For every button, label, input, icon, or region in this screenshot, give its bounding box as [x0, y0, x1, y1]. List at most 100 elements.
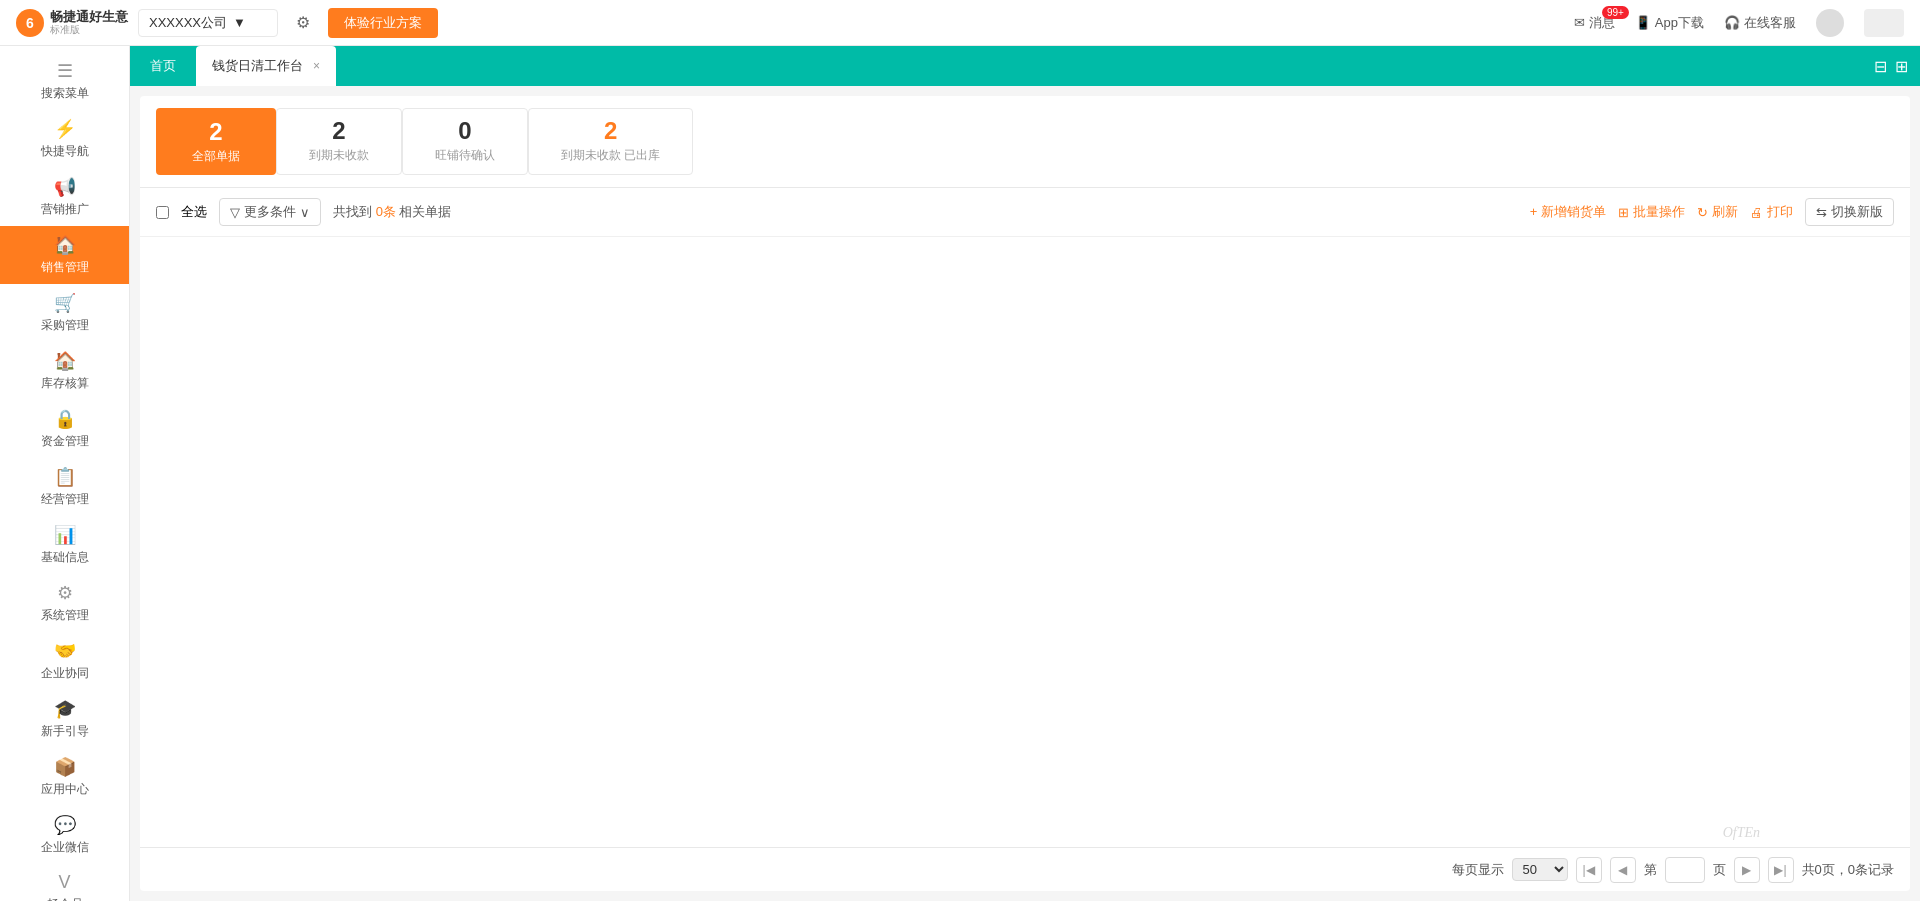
- refresh-icon: ↻: [1697, 205, 1708, 220]
- settings-button[interactable]: ⚙: [288, 8, 318, 38]
- page-content: 2全部单据 2 到期未收款 0 旺铺待确认 2到期未收款 已出库 全选 ▽ 更多条件 ∨ …: [140, 96, 1910, 891]
- stat-label-3: 到期未收款 已出库: [561, 147, 660, 164]
- stat-label-2: 旺铺待确认: [435, 147, 495, 164]
- found-prefix: 共找到: [333, 204, 372, 219]
- sidebar-item-system[interactable]: ⚙系统管理: [0, 574, 129, 632]
- page-number-input[interactable]: 1: [1665, 857, 1705, 883]
- stat-card-2[interactable]: 0 旺铺待确认: [402, 108, 528, 175]
- toolbar-right: + 新增销货单 ⊞ 批量操作 ↻ 刷新 🖨 打印 ⇆: [1530, 198, 1894, 226]
- sidebar-item-finance[interactable]: 🔒 资金管理: [0, 400, 129, 458]
- last-page-button[interactable]: ▶|: [1768, 857, 1794, 883]
- refresh-button[interactable]: ↻ 刷新: [1697, 203, 1738, 221]
- user-menu[interactable]: [1864, 9, 1904, 37]
- toolbar: 全选 ▽ 更多条件 ∨ 共找到 0条 相关单据 + 新增销货单 ⊞ 批量操作: [140, 188, 1910, 237]
- sidebar-item-member[interactable]: V畅会员: [0, 864, 129, 901]
- logo-subtitle: 标准版: [50, 24, 128, 36]
- found-text: 共找到 0条 相关单据: [333, 203, 451, 221]
- switch-version-button[interactable]: ⇆ 切换新版: [1805, 198, 1894, 226]
- tab-active[interactable]: 钱货日清工作台 ×: [196, 46, 336, 86]
- trial-button[interactable]: 体验行业方案: [328, 8, 438, 38]
- message-icon: ✉: [1574, 15, 1585, 30]
- sidebar-item-sales[interactable]: 🏠销售管理: [0, 226, 129, 284]
- sidebar-label-system: 系统管理: [41, 607, 89, 624]
- topbar: 6 畅捷通好生意 标准版 XXXXXX公司 ▼ ⚙ 体验行业方案 ✉ 消息 99…: [0, 0, 1920, 46]
- switch-icon: ⇆: [1816, 205, 1827, 220]
- select-all-checkbox[interactable]: [156, 206, 169, 219]
- main-layout: ☰搜索菜单⚡快捷导航📢营销推广🏠销售管理 🛒 采购管理 🏠库存核算 🔒 资金管理 📋经营管理…: [0, 46, 1920, 901]
- print-icon: 🖨: [1750, 205, 1763, 220]
- tab-minimize-button[interactable]: ⊟: [1874, 57, 1887, 76]
- sidebar-label-finance: 资金管理: [41, 433, 89, 450]
- avatar[interactable]: [1816, 9, 1844, 37]
- per-page-select[interactable]: 50 20 100: [1512, 858, 1568, 881]
- sidebar-label-app-center: 应用中心: [41, 781, 89, 798]
- print-button[interactable]: 🖨 打印: [1750, 203, 1793, 221]
- topbar-right: ✉ 消息 99+ 📱 App下载 🎧 在线客服: [1574, 9, 1904, 37]
- sidebar-item-inventory[interactable]: 🏠库存核算: [0, 342, 129, 400]
- sidebar-label-enterprise: 企业协同: [41, 665, 89, 682]
- company-name: XXXXXX公司: [149, 14, 227, 32]
- sidebar-icon-purchase: 🛒: [54, 292, 76, 314]
- first-page-button[interactable]: |◀: [1576, 857, 1602, 883]
- headset-icon: 🎧: [1724, 15, 1740, 30]
- app-download-button[interactable]: 📱 App下载: [1635, 14, 1704, 32]
- table-area: [140, 237, 1910, 847]
- sidebar-icon-operations: 📋: [54, 466, 76, 488]
- sidebar-item-enterprise[interactable]: 🤝 企业协同: [0, 632, 129, 690]
- sidebar-icon-finance: 🔒: [54, 408, 76, 430]
- sidebar-item-purchase[interactable]: 🛒 采购管理: [0, 284, 129, 342]
- logo-title: 畅捷通好生意: [50, 9, 128, 25]
- stat-label-0: 全部单据: [192, 148, 240, 165]
- sidebar-item-quick-nav[interactable]: ⚡快捷导航: [0, 110, 129, 168]
- next-page-button[interactable]: ▶: [1734, 857, 1760, 883]
- batch-operation-button[interactable]: ⊞ 批量操作: [1618, 203, 1685, 221]
- sidebar-label-base-info: 基础信息: [41, 549, 89, 566]
- sidebar-label-purchase: 采购管理: [41, 317, 89, 334]
- stat-card-3[interactable]: 2到期未收款 已出库: [528, 108, 693, 175]
- per-page-label: 每页显示: [1452, 861, 1504, 879]
- sidebar-label-search-menu: 搜索菜单: [41, 85, 89, 102]
- stats-row: 2全部单据 2 到期未收款 0 旺铺待确认 2到期未收款 已出库: [140, 96, 1910, 188]
- tab-maximize-button[interactable]: ⊞: [1895, 57, 1908, 76]
- chevron-down-icon: ▼: [233, 15, 246, 30]
- select-all-label: 全选: [181, 203, 207, 221]
- sidebar-item-guide[interactable]: 🎓新手引导: [0, 690, 129, 748]
- stat-card-0[interactable]: 2全部单据: [156, 108, 276, 175]
- sidebar-item-operations[interactable]: 📋经营管理: [0, 458, 129, 516]
- sidebar-item-marketing[interactable]: 📢营销推广: [0, 168, 129, 226]
- message-button[interactable]: ✉ 消息 99+: [1574, 14, 1615, 32]
- sidebar: ☰搜索菜单⚡快捷导航📢营销推广🏠销售管理 🛒 采购管理 🏠库存核算 🔒 资金管理 📋经营管理…: [0, 46, 130, 901]
- filter-chevron-icon: ∨: [300, 205, 310, 220]
- online-service-label: 在线客服: [1744, 14, 1796, 32]
- sidebar-item-app-center[interactable]: 📦应用中心: [0, 748, 129, 806]
- sidebar-icon-enterprise: 🤝: [54, 640, 76, 662]
- online-service-button[interactable]: 🎧 在线客服: [1724, 14, 1796, 32]
- add-sale-order-button[interactable]: + 新增销货单: [1530, 203, 1606, 221]
- company-selector[interactable]: XXXXXX公司 ▼: [138, 9, 278, 37]
- logo-icon: 6: [16, 9, 44, 37]
- sidebar-label-guide: 新手引导: [41, 723, 89, 740]
- sidebar-item-search-menu[interactable]: ☰搜索菜单: [0, 52, 129, 110]
- stat-label-1: 到期未收款: [309, 147, 369, 164]
- prev-page-button[interactable]: ◀: [1610, 857, 1636, 883]
- sidebar-label-quick-nav: 快捷导航: [41, 143, 89, 160]
- sidebar-icon-sales: 🏠: [54, 234, 76, 256]
- sidebar-item-base-info[interactable]: 📊基础信息: [0, 516, 129, 574]
- stat-num-1: 2: [332, 117, 345, 145]
- filter-button[interactable]: ▽ 更多条件 ∨: [219, 198, 321, 226]
- app-download-label: App下载: [1655, 14, 1704, 32]
- logo-area: 6 畅捷通好生意 标准版: [16, 9, 128, 37]
- tab-close-button[interactable]: ×: [313, 59, 320, 73]
- sidebar-icon-marketing: 📢: [54, 176, 76, 198]
- stat-num-2: 0: [458, 117, 471, 145]
- refresh-label: 刷新: [1712, 203, 1738, 221]
- found-num: 0条: [376, 204, 396, 219]
- stat-card-1[interactable]: 2 到期未收款: [276, 108, 402, 175]
- sidebar-item-wechat[interactable]: 💬企业微信: [0, 806, 129, 864]
- print-label: 打印: [1767, 203, 1793, 221]
- tab-home[interactable]: 首页: [130, 46, 196, 86]
- message-badge: 99+: [1602, 6, 1629, 19]
- sidebar-icon-member: V: [58, 872, 70, 893]
- content-area: 首页 钱货日清工作台 × ⊟ ⊞ 2全部单据 2 到期未收款 0 旺铺待确认 2到期未收款…: [130, 46, 1920, 901]
- tab-active-label: 钱货日清工作台: [212, 57, 303, 75]
